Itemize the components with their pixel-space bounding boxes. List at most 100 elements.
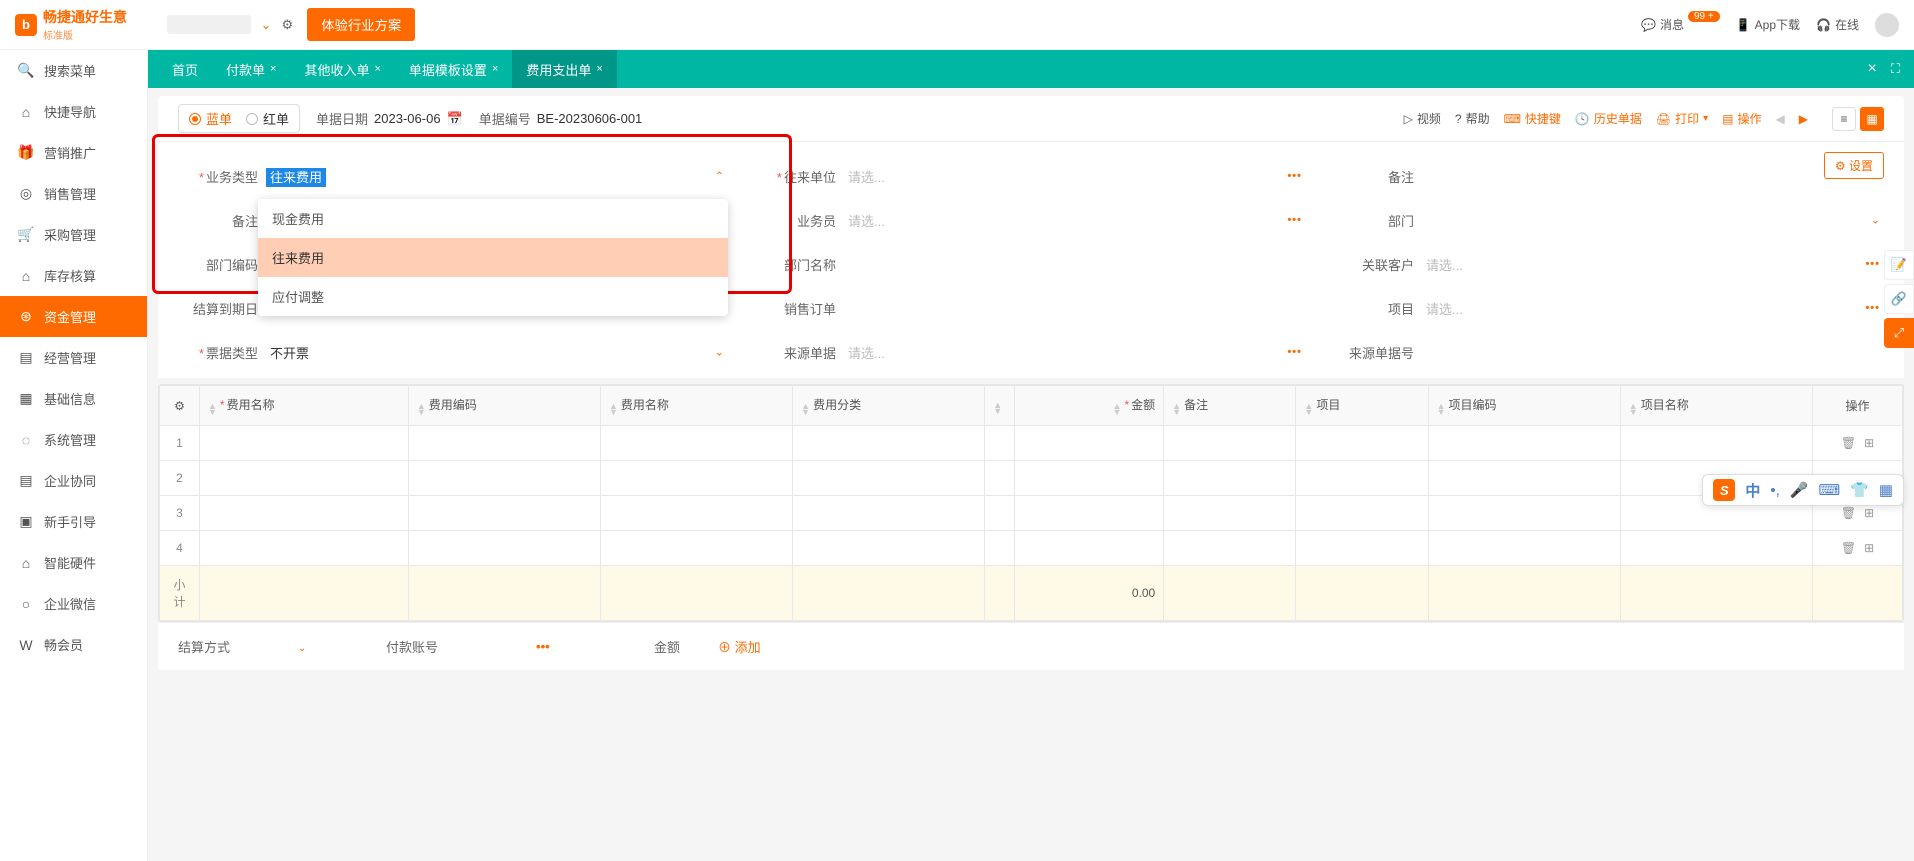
messages-link[interactable]: 💬 消息 99 +: [1641, 16, 1720, 33]
copy-icon[interactable]: ⊞: [1864, 436, 1874, 450]
sidebar-item-operations[interactable]: ▤经营管理: [0, 337, 147, 378]
settle-method-select[interactable]: ⌄: [248, 639, 368, 654]
th-fee-category[interactable]: ▲▼费用分类: [793, 386, 985, 426]
delete-icon[interactable]: 🗑: [1841, 541, 1856, 555]
bill-date-value[interactable]: 2023-06-06: [374, 111, 441, 126]
radio-red[interactable]: 红单: [246, 109, 289, 128]
account-select[interactable]: •••: [456, 639, 576, 654]
logo[interactable]: b 畅捷通好生意 标准版: [15, 7, 155, 42]
more-icon[interactable]: •••: [1287, 346, 1302, 358]
experience-button[interactable]: 体验行业方案: [307, 8, 415, 41]
sidebar-item-funds[interactable]: ⊛资金管理: [0, 296, 147, 337]
calendar-icon[interactable]: 📅: [447, 111, 463, 127]
gear-column[interactable]: ⚙: [160, 386, 200, 426]
tab-template[interactable]: 单据模板设置×: [395, 50, 512, 88]
rel-customer-select[interactable]: 请选...•••: [1414, 255, 1884, 274]
table-row[interactable]: 3🗑⊞: [160, 496, 1903, 531]
history-link[interactable]: 🕓历史单据: [1575, 110, 1642, 127]
dropdown-option-cash[interactable]: 现金费用: [258, 199, 728, 238]
tab-other-income[interactable]: 其他收入单×: [290, 50, 394, 88]
float-link-icon[interactable]: 🔗: [1884, 284, 1914, 314]
copy-icon[interactable]: ⊞: [1864, 541, 1874, 555]
expand-icon[interactable]: ⛶: [1887, 57, 1904, 81]
close-icon[interactable]: ×: [492, 63, 498, 75]
th-remark[interactable]: ▲▼备注: [1164, 386, 1296, 426]
table-row[interactable]: 2: [160, 461, 1903, 496]
table-row[interactable]: 1🗑⊞: [160, 426, 1903, 461]
delete-icon[interactable]: 🗑: [1841, 506, 1856, 520]
salesman-select[interactable]: 请选...•••: [836, 211, 1306, 230]
sidebar-item-member[interactable]: W畅会员: [0, 624, 147, 665]
th-amount[interactable]: ▲▼*金额: [1015, 386, 1164, 426]
ime-menu-icon[interactable]: ▦: [1879, 481, 1893, 499]
settings-button[interactable]: ⚙ 设置: [1824, 152, 1884, 179]
add-button[interactable]: 添加: [718, 637, 761, 656]
more-icon[interactable]: •••: [1287, 170, 1302, 182]
chevron-down-icon[interactable]: ⌄: [261, 17, 272, 33]
th-project-code[interactable]: ▲▼项目编码: [1428, 386, 1620, 426]
float-expand-icon[interactable]: ⤢: [1884, 318, 1914, 348]
gear-icon[interactable]: ⚙: [282, 17, 294, 33]
close-icon[interactable]: ×: [270, 63, 276, 75]
th-empty[interactable]: ▲▼: [985, 386, 1015, 426]
operate-button[interactable]: ▤操作: [1722, 110, 1761, 127]
sidebar-item-basic[interactable]: ▦基础信息: [0, 378, 147, 419]
prev-icon[interactable]: ◀: [1776, 112, 1785, 126]
video-link[interactable]: ▷视频: [1404, 110, 1441, 127]
sidebar-item-hardware[interactable]: ⌂智能硬件: [0, 542, 147, 583]
sidebar-item-quicknav[interactable]: ⌂快捷导航: [0, 91, 147, 132]
ime-punct-icon[interactable]: •,: [1770, 482, 1779, 499]
sidebar-item-wechat[interactable]: ○企业微信: [0, 583, 147, 624]
dropdown-option-party[interactable]: 往来费用: [258, 238, 728, 277]
th-project-name[interactable]: ▲▼项目名称: [1620, 386, 1812, 426]
th-fee-name[interactable]: ▲▼*费用名称: [200, 386, 409, 426]
copy-icon[interactable]: ⊞: [1864, 506, 1874, 520]
user-avatar[interactable]: [1875, 13, 1899, 37]
ime-lang[interactable]: 中: [1745, 480, 1760, 501]
party-select[interactable]: 请选...•••: [836, 167, 1306, 186]
biz-type-select[interactable]: 往来费用 ⌃ 现金费用 往来费用 应付调整: [258, 167, 728, 186]
sidebar-item-marketing[interactable]: 🎁营销推广: [0, 132, 147, 173]
sidebar-item-inventory[interactable]: ⌂库存核算: [0, 255, 147, 296]
close-icon[interactable]: ×: [596, 63, 602, 75]
th-fee-name2[interactable]: ▲▼费用名称: [600, 386, 792, 426]
company-selector[interactable]: [167, 15, 251, 34]
more-icon[interactable]: •••: [1865, 258, 1880, 270]
sidebar-item-collab[interactable]: ▤企业协同: [0, 460, 147, 501]
float-note-icon[interactable]: 📝: [1884, 250, 1914, 280]
ime-keyboard-icon[interactable]: ⌨: [1818, 481, 1840, 499]
tab-payment[interactable]: 付款单×: [212, 50, 290, 88]
view-detail-button[interactable]: ▦: [1860, 107, 1884, 131]
next-icon[interactable]: ▶: [1799, 112, 1808, 126]
src-bill-select[interactable]: 请选...•••: [836, 343, 1306, 362]
table-row[interactable]: 4🗑⊞: [160, 531, 1903, 566]
tab-home[interactable]: 首页: [158, 50, 212, 88]
online-support[interactable]: 🎧 在线: [1816, 16, 1859, 33]
app-download-link[interactable]: 📱 App下载: [1736, 16, 1800, 33]
close-all-icon[interactable]: ×: [1864, 56, 1881, 82]
shortcut-link[interactable]: ⌨快捷键: [1504, 110, 1561, 127]
sidebar-item-guide[interactable]: ▣新手引导: [0, 501, 147, 542]
ime-toolbar[interactable]: S 中 •, 🎤 ⌨ 👕 ▦: [1702, 474, 1904, 506]
view-list-button[interactable]: ≡: [1832, 107, 1856, 131]
delete-icon[interactable]: 🗑: [1841, 436, 1856, 450]
more-icon[interactable]: •••: [536, 639, 550, 654]
more-icon[interactable]: •••: [1287, 214, 1302, 226]
ime-mic-icon[interactable]: 🎤: [1790, 481, 1809, 499]
more-icon[interactable]: •••: [1865, 302, 1880, 314]
dropdown-option-adjust[interactable]: 应付调整: [258, 277, 728, 316]
tab-expense[interactable]: 费用支出单×: [512, 50, 616, 88]
project-select[interactable]: 请选...•••: [1414, 299, 1884, 318]
help-link[interactable]: ?帮助: [1455, 110, 1490, 127]
sidebar-item-sales[interactable]: ◎销售管理: [0, 173, 147, 214]
th-project[interactable]: ▲▼项目: [1296, 386, 1428, 426]
th-fee-code[interactable]: ▲▼费用编码: [408, 386, 600, 426]
radio-blue[interactable]: 蓝单: [189, 109, 232, 128]
sidebar-item-purchase[interactable]: 🛒采购管理: [0, 214, 147, 255]
ime-skin-icon[interactable]: 👕: [1850, 481, 1869, 499]
close-icon[interactable]: ×: [374, 63, 380, 75]
sidebar-item-search[interactable]: 🔍搜索菜单: [0, 50, 147, 91]
sidebar-item-system[interactable]: ◌系统管理: [0, 419, 147, 460]
print-button[interactable]: 🖨打印▾: [1656, 110, 1708, 127]
invoice-type-select[interactable]: 不开票⌄: [258, 343, 728, 362]
